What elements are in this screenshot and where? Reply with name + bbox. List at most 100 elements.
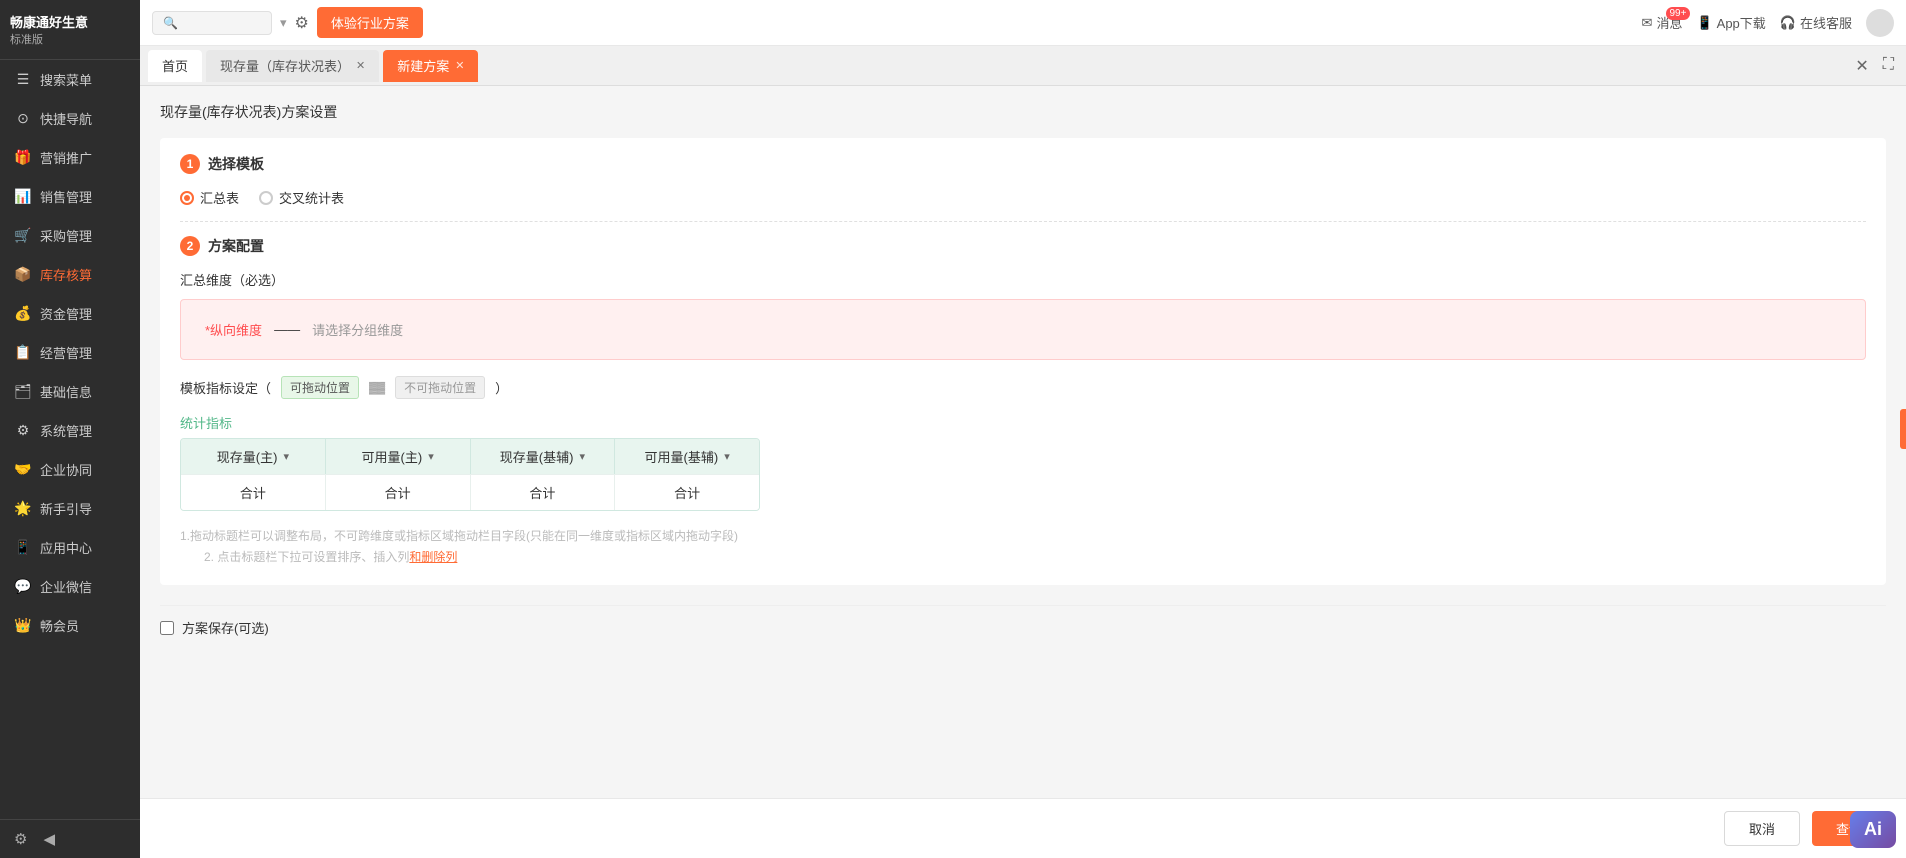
tabs-bar: 首页 现存量（库存状况表） ✕ 新建方案 ✕ ✕ ⛶ [140, 46, 1906, 86]
tip2-text: 2. 点击标题栏下拉可设置排序、插入列 [180, 550, 409, 564]
sidebar-item-cooperation-label: 企业协同 [40, 460, 92, 479]
tab-new-scheme[interactable]: 新建方案 ✕ [383, 50, 478, 82]
ai-badge[interactable]: Ai [1850, 811, 1896, 848]
sales-icon: 📊 [14, 188, 32, 206]
sidebar-item-inventory[interactable]: 📦 库存核算 [0, 255, 140, 294]
cooperation-icon: 🤝 [14, 461, 32, 479]
marketing-icon: 🎁 [14, 149, 32, 167]
sidebar-toggle-icon[interactable]: ◀ [43, 830, 55, 848]
indicator-settings-row: 模板指标设定（ 可拖动位置 ▓▓ 不可拖动位置 ） [180, 376, 1866, 399]
sidebar-item-cooperation[interactable]: 🤝 企业协同 [0, 450, 140, 489]
tab-expand-icon[interactable]: ⛶ [1879, 52, 1898, 80]
sidebar-item-member[interactable]: 👑 畅会员 [0, 606, 140, 645]
service-label: 在线客服 [1800, 13, 1852, 32]
save-checkbox[interactable] [160, 621, 174, 635]
radio-cross[interactable]: 交叉统计表 [259, 188, 344, 207]
tab-home[interactable]: 首页 [148, 50, 202, 82]
radio-cross-circle[interactable] [259, 191, 273, 205]
sidebar-item-app-center[interactable]: 📱 应用中心 [0, 528, 140, 567]
step1-number: 1 [180, 154, 200, 174]
topbar-left: 🔍 ▾ ⚙ 体验行业方案 [152, 7, 1634, 38]
step2-number: 2 [180, 236, 200, 256]
footer-bar: 取消 查询 [140, 798, 1906, 858]
tab-new-scheme-label: 新建方案 [397, 56, 449, 75]
stats-header-cell-3[interactable]: 可用量(基辅) ▾ [615, 439, 759, 474]
stats-header-cell-2[interactable]: 现存量(基辅) ▾ [471, 439, 616, 474]
page-title: 现存量(库存状况表)方案设置 [160, 102, 1886, 122]
stats-table: 现存量(主) ▾ 可用量(主) ▾ 现存量(基辅) ▾ 可用量(基辅) ▾ [180, 438, 760, 511]
sidebar-item-wechat-label: 企业微信 [40, 577, 92, 596]
stats-header-cell-0[interactable]: 现存量(主) ▾ [181, 439, 326, 474]
tab-inventory-status-close-icon[interactable]: ✕ [356, 59, 365, 72]
chevron-down-icon-0[interactable]: ▾ [283, 450, 289, 463]
sidebar-item-finance-label: 资金管理 [40, 304, 92, 323]
basic-icon: 🗂 [14, 383, 32, 401]
topbar-dropdown-icon[interactable]: ▾ [280, 15, 287, 31]
radio-summary-label: 汇总表 [200, 188, 239, 207]
tip2-link[interactable]: 和删除列 [409, 550, 457, 564]
resize-handle[interactable] [1900, 409, 1906, 449]
stats-body-cell-0-2: 合计 [471, 475, 616, 510]
message-btn[interactable]: ✉ 消息 99+ [1642, 13, 1683, 32]
sidebar-item-sales-label: 销售管理 [40, 187, 92, 206]
sidebar-item-basic[interactable]: 🗂 基础信息 [0, 372, 140, 411]
stats-body-cell-0-1: 合计 [326, 475, 471, 510]
stats-header-label-0: 现存量(主) [217, 447, 278, 466]
chevron-down-icon-2[interactable]: ▾ [579, 450, 585, 463]
stats-header-label-1: 可用量(主) [362, 447, 423, 466]
sidebar-settings-icon[interactable]: ⚙ [14, 830, 27, 848]
topbar-search-area[interactable]: 🔍 [152, 11, 272, 35]
system-icon: ⚙ [14, 422, 32, 440]
sidebar-item-search-menu[interactable]: ☰ 搜索菜单 [0, 60, 140, 99]
radio-summary-circle[interactable] [180, 191, 194, 205]
sidebar-item-newbie-label: 新手引导 [40, 499, 92, 518]
inventory-icon: 📦 [14, 266, 32, 284]
tabs-right-actions: ✕ ⛶ [1851, 52, 1898, 80]
indicator-settings-suffix: ） [495, 378, 508, 397]
sidebar-item-inventory-label: 库存核算 [40, 265, 92, 284]
sidebar-item-marketing[interactable]: 🎁 营销推广 [0, 138, 140, 177]
sidebar-item-operations[interactable]: 📋 经营管理 [0, 333, 140, 372]
stats-header-label-2: 现存量(基辅) [500, 447, 574, 466]
sidebar-logo: 畅康通好生意 标准版 [0, 0, 140, 60]
dimension-box[interactable]: *纵向维度 —— 请选择分组维度 [180, 299, 1866, 360]
sidebar-footer: ⚙ ◀ [0, 819, 140, 858]
radio-summary[interactable]: 汇总表 [180, 188, 239, 207]
tab-inventory-status-label: 现存量（库存状况表） [220, 56, 350, 75]
sidebar-item-quick-nav-label: 快捷导航 [40, 109, 92, 128]
sidebar-item-app-center-label: 应用中心 [40, 538, 92, 557]
search-icon: 🔍 [163, 16, 178, 30]
tip1: 1.拖动标题栏可以调整布局，不可跨维度或指标区域拖动栏目字段(只能在同一维度或指… [180, 527, 1866, 544]
online-service-btn[interactable]: 🎧 在线客服 [1780, 13, 1852, 32]
wechat-icon: 💬 [14, 578, 32, 596]
indicator-settings-prefix: 模板指标设定（ [180, 378, 271, 397]
tab-close-all-icon[interactable]: ✕ [1851, 52, 1872, 80]
trial-btn[interactable]: 体验行业方案 [317, 7, 423, 38]
tab-new-scheme-close-icon[interactable]: ✕ [455, 59, 464, 72]
finance-icon: 💰 [14, 305, 32, 323]
stats-body-cell-0-0: 合计 [181, 475, 326, 510]
member-icon: 👑 [14, 617, 32, 635]
purchase-icon: 🛒 [14, 227, 32, 245]
sidebar-item-search-menu-label: 搜索菜单 [40, 70, 92, 89]
app-name: 畅康通好生意 [10, 12, 130, 31]
cancel-button[interactable]: 取消 [1724, 811, 1800, 846]
sidebar-item-sales[interactable]: 📊 销售管理 [0, 177, 140, 216]
topbar-gear-icon[interactable]: ⚙ [295, 13, 309, 33]
stats-header-cell-1[interactable]: 可用量(主) ▾ [326, 439, 471, 474]
chevron-down-icon-1[interactable]: ▾ [428, 450, 434, 463]
app-download-icon: 📱 [1696, 15, 1712, 31]
sidebar-item-purchase[interactable]: 🛒 采购管理 [0, 216, 140, 255]
sidebar-item-system[interactable]: ⚙ 系统管理 [0, 411, 140, 450]
sidebar-item-finance[interactable]: 💰 资金管理 [0, 294, 140, 333]
chevron-down-icon-3[interactable]: ▾ [724, 450, 730, 463]
sidebar-item-newbie[interactable]: 🌟 新手引导 [0, 489, 140, 528]
sidebar-item-quick-nav[interactable]: ⊙ 快捷导航 [0, 99, 140, 138]
sidebar-item-operations-label: 经营管理 [40, 343, 92, 362]
app-download-btn[interactable]: 📱 App下载 [1696, 13, 1765, 32]
step1-title: 选择模板 [208, 154, 264, 174]
sidebar-item-wechat[interactable]: 💬 企业微信 [0, 567, 140, 606]
tab-inventory-status[interactable]: 现存量（库存状况表） ✕ [206, 50, 379, 82]
user-avatar[interactable] [1866, 9, 1894, 37]
operations-icon: 📋 [14, 344, 32, 362]
